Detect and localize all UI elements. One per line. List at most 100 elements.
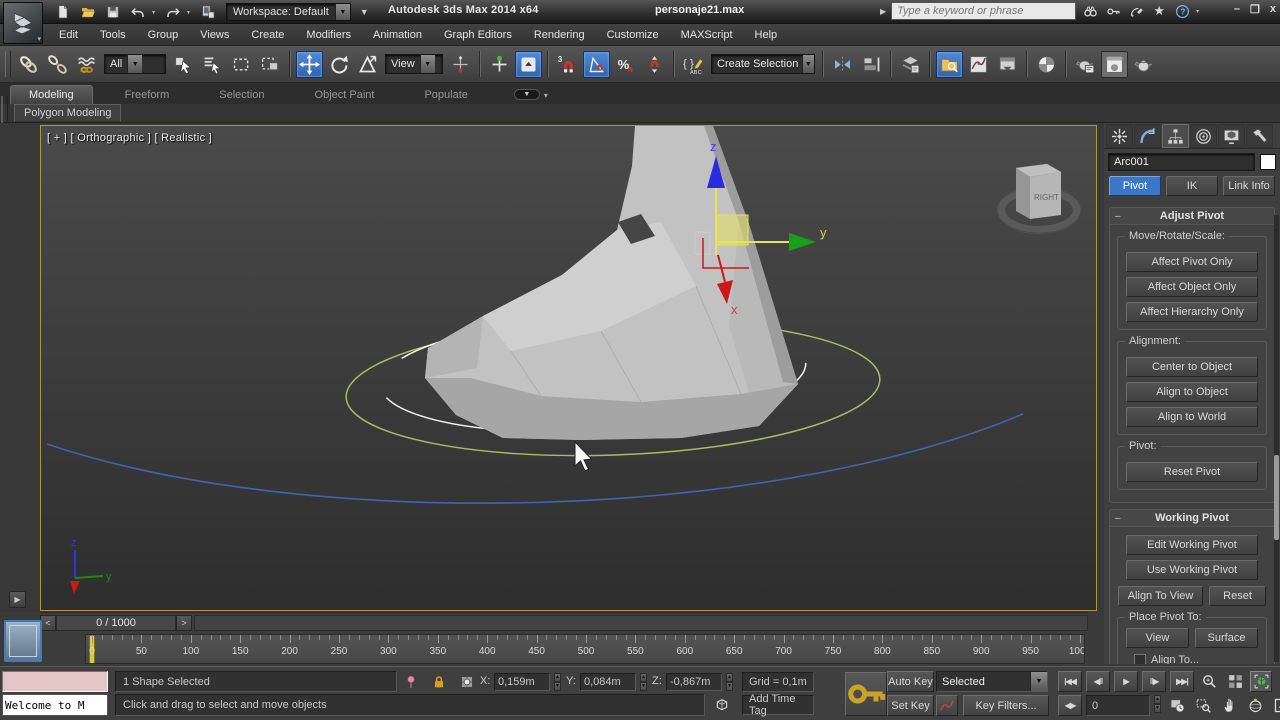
gizmo-xy-plane-handle[interactable] — [716, 214, 749, 246]
zoom-extents-all-button[interactable] — [1276, 671, 1280, 692]
y-coord-spinner[interactable]: ▲ ▼ — [638, 673, 649, 691]
scrollbar-thumb[interactable] — [1274, 455, 1279, 540]
snaps-toggle-3d[interactable]: 3 — [554, 51, 581, 78]
selection-set-keys-dropdown[interactable]: Selected ▼ — [936, 671, 1048, 692]
ribbon-tab-modeling[interactable]: Modeling — [10, 85, 93, 104]
select-by-name-button[interactable] — [199, 51, 226, 78]
select-and-move-button[interactable] — [296, 50, 323, 78]
time-slider-track[interactable] — [194, 614, 1088, 631]
graphite-modeling-tools-toggle[interactable] — [936, 50, 963, 78]
time-slider-value[interactable]: 0 / 1000 — [56, 614, 176, 631]
select-object-button[interactable] — [170, 51, 197, 78]
add-time-tag-field[interactable]: Add Time Tag — [742, 693, 814, 717]
menu-group[interactable]: Group — [137, 26, 190, 44]
menu-modifiers[interactable]: Modifiers — [295, 26, 362, 44]
communication-center-icon[interactable] — [1127, 2, 1145, 20]
help-dropdown-arrow[interactable]: ▾ — [1196, 8, 1203, 15]
affect-hierarchy-only-button[interactable]: Affect Hierarchy Only — [1126, 302, 1258, 322]
set-keys-button[interactable] — [845, 672, 887, 716]
render-production-button[interactable] — [1130, 51, 1157, 78]
menu-customize[interactable]: Customize — [596, 26, 670, 44]
favorites-star-icon[interactable]: ★ — [1150, 2, 1168, 20]
named-selection-set-dropdown[interactable]: Create Selection Se▼ — [711, 54, 815, 74]
ribbon-tab-object-paint[interactable]: Object Paint — [297, 86, 393, 104]
pivot-tab[interactable]: Pivot — [1109, 176, 1161, 196]
qat-flyout-arrow[interactable]: ▼ — [360, 7, 369, 17]
viewcube[interactable]: RIGHT — [996, 163, 1082, 234]
pan-button[interactable] — [1218, 695, 1240, 716]
frame-spinner[interactable]: ▲ ▼ — [1152, 695, 1163, 713]
working-pivot-rollout-header[interactable]: – Working Pivot — [1110, 510, 1274, 527]
link-info-tab[interactable]: Link Info — [1223, 176, 1275, 196]
command-panel-scrollbar[interactable] — [1274, 215, 1279, 662]
application-menu-button[interactable] — [3, 2, 43, 44]
render-setup-button[interactable] — [1072, 51, 1099, 78]
dropdown-arrow-icon[interactable]: ▼ — [1030, 672, 1047, 691]
z-coord-spinner[interactable]: ▲ ▼ — [724, 673, 735, 691]
reset-working-pivot-button[interactable]: Reset — [1209, 586, 1266, 606]
undo-dropdown-arrow[interactable]: ▾ — [152, 9, 159, 16]
gizmo-y-arrow[interactable] — [789, 233, 816, 251]
material-editor-button[interactable] — [1033, 51, 1060, 78]
use-pivot-point-center-button[interactable] — [447, 51, 474, 78]
align-to-checkbox[interactable] — [1134, 654, 1146, 664]
maxscript-mini-listener-pink[interactable] — [2, 671, 108, 692]
motion-tab-button[interactable] — [1190, 124, 1217, 148]
unlink-selection-button[interactable] — [44, 51, 71, 78]
dropdown-arrow-icon[interactable]: ▼ — [127, 55, 143, 73]
percent-snap-toggle[interactable]: % — [612, 51, 639, 78]
align-to-object-button[interactable]: Align to Object — [1126, 382, 1258, 402]
foot-model[interactable] — [425, 126, 798, 440]
undo-button[interactable] — [127, 2, 149, 22]
hierarchy-tab-button[interactable] — [1162, 124, 1189, 148]
viewcube-face-label[interactable]: RIGHT — [1034, 193, 1059, 202]
previous-frame-nudge-button[interactable]: < — [40, 614, 56, 631]
x-coord-spinner[interactable]: ▲ ▼ — [552, 673, 563, 691]
rectangular-selection-region-button[interactable] — [228, 51, 255, 78]
rendered-frame-window-button[interactable] — [1101, 50, 1128, 78]
place-pivot-surface-button[interactable]: Surface — [1195, 628, 1258, 648]
center-to-object-button[interactable]: Center to Object — [1126, 357, 1258, 377]
selection-filter-dropdown[interactable]: All ▼ — [104, 54, 166, 74]
curve-editor-button[interactable] — [965, 51, 992, 78]
go-to-start-button[interactable]: |◀◀ — [1058, 671, 1082, 692]
new-scene-button[interactable] — [52, 2, 74, 22]
region-zoom-button[interactable] — [1192, 695, 1214, 716]
ribbon-tab-freeform[interactable]: Freeform — [107, 86, 188, 104]
menu-views[interactable]: Views — [189, 26, 240, 44]
save-file-button[interactable] — [102, 2, 124, 22]
help-icon[interactable]: ? — [1173, 2, 1191, 20]
restore-button[interactable]: ❐ — [1250, 3, 1260, 16]
isolate-selection-toggle-icon[interactable] — [402, 673, 420, 691]
maxscript-mini-listener-white[interactable]: Welcome to M — [2, 694, 108, 716]
viewport-label[interactable]: [ + ] [ Orthographic ] [ Realistic ] — [47, 132, 212, 144]
viewport-layout-tab-button[interactable] — [4, 620, 42, 662]
use-working-pivot-button[interactable]: Use Working Pivot — [1126, 560, 1258, 580]
spinner-snap-toggle[interactable] — [641, 51, 668, 78]
ribbon-minimize-dropdown-arrow[interactable]: ▾ — [544, 91, 548, 100]
polygon-modeling-panel-tab[interactable]: Polygon Modeling — [14, 104, 122, 122]
dropdown-arrow-icon[interactable]: ▼ — [419, 55, 435, 73]
viewport[interactable]: z y x RIGHT z y [+] [Orthographic] [… — [40, 125, 1097, 611]
go-to-end-button[interactable]: ▶▶| — [1170, 671, 1194, 692]
next-frame-button[interactable]: ‖▶ — [1142, 671, 1166, 692]
reference-coordinate-dropdown[interactable]: View ▼ — [385, 54, 443, 74]
previous-frame-button[interactable]: ◀‖ — [1086, 671, 1110, 692]
minimize-button[interactable]: – — [1234, 3, 1240, 16]
absolute-mode-icon[interactable] — [458, 673, 476, 691]
orbit-button[interactable] — [1244, 695, 1266, 716]
select-and-rotate-button[interactable] — [325, 51, 352, 78]
zoom-extents-selected-button[interactable] — [1250, 671, 1272, 692]
edit-working-pivot-button[interactable]: Edit Working Pivot — [1126, 535, 1258, 555]
angle-snap-toggle[interactable] — [583, 50, 610, 78]
keyboard-shortcut-override-toggle[interactable] — [515, 50, 542, 78]
project-folder-button[interactable] — [197, 2, 219, 22]
menu-help[interactable]: Help — [744, 26, 789, 44]
next-frame-nudge-button[interactable]: > — [176, 614, 192, 631]
window-crossing-toggle[interactable] — [257, 51, 284, 78]
menu-graph-editors[interactable]: Graph Editors — [433, 26, 523, 44]
search-arrow-icon[interactable]: ▶ — [880, 7, 886, 16]
menu-rendering[interactable]: Rendering — [523, 26, 596, 44]
create-tab-button[interactable] — [1106, 124, 1133, 148]
ribbon-tab-selection[interactable]: Selection — [201, 86, 282, 104]
